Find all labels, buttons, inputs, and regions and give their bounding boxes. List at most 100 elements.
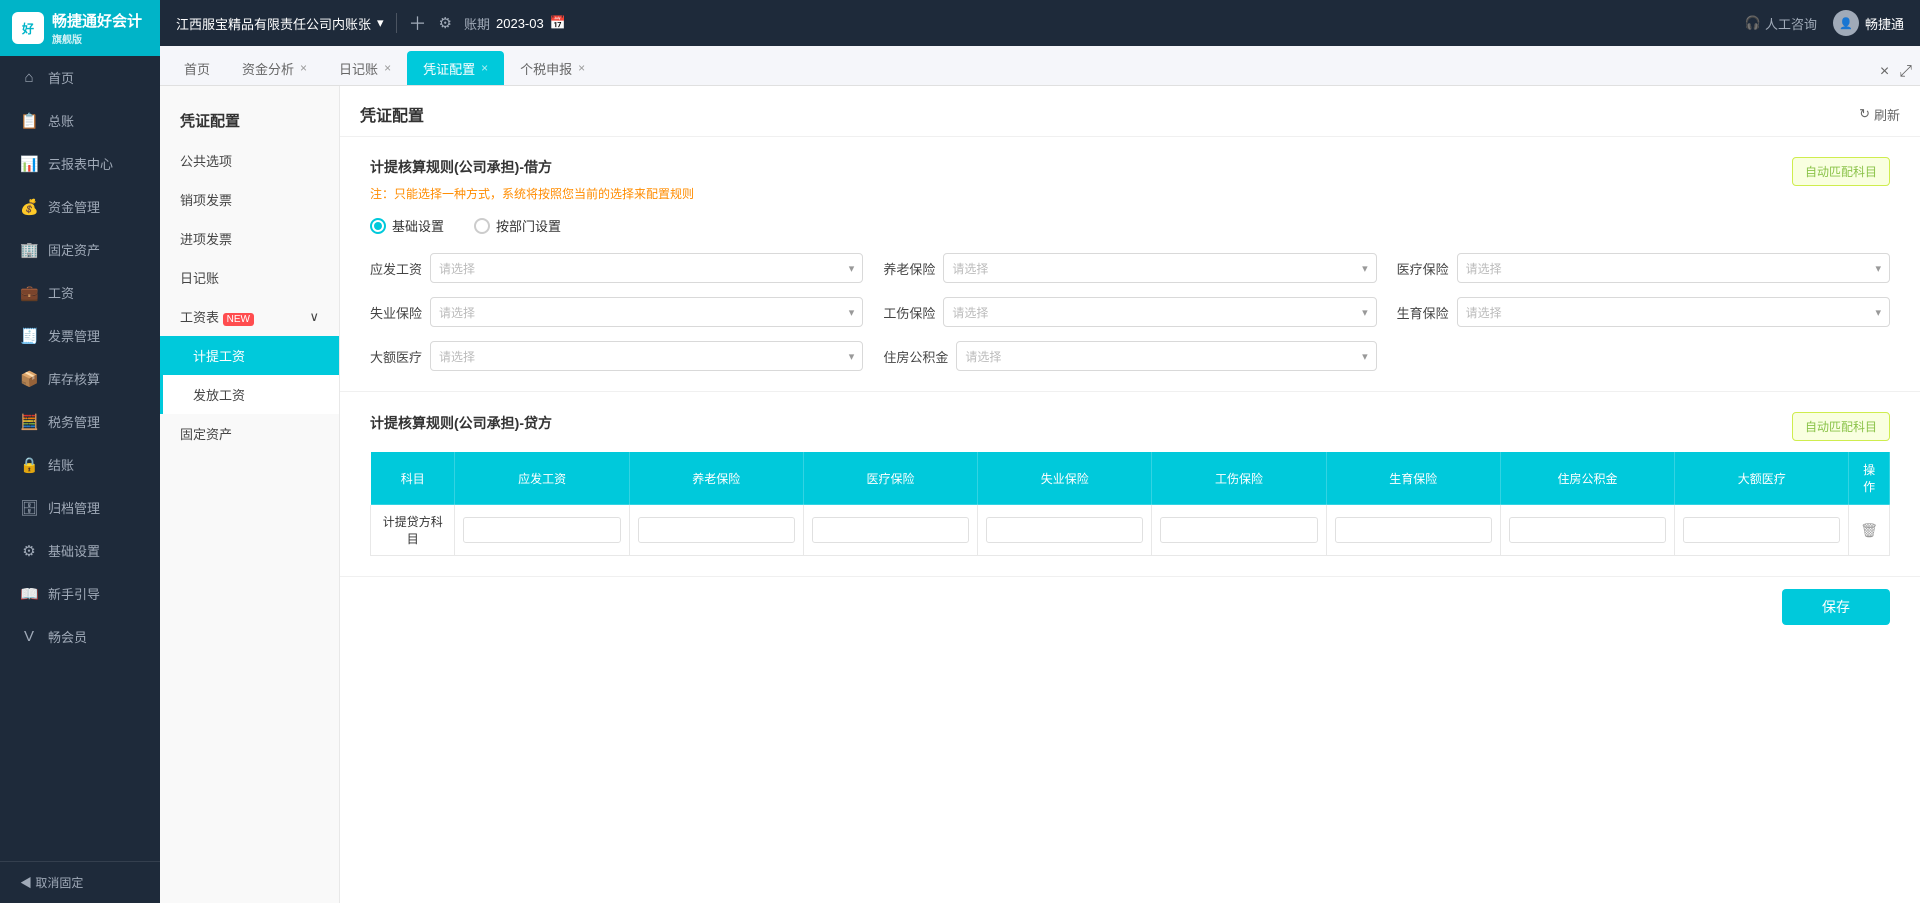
- period-label: 账期: [464, 14, 490, 33]
- expand-tab-button[interactable]: ⤢: [1899, 63, 1912, 81]
- row-salary-input[interactable]: [463, 517, 620, 543]
- credit-section: 计提核算规则(公司承担)-贷方 自动匹配科目 科目 应发工资 养老保险 医疗保险…: [340, 392, 1920, 576]
- row-housing-cell[interactable]: [1500, 505, 1674, 556]
- debit-section-title: 计提核算规则(公司承担)-借方: [370, 157, 1792, 177]
- delete-row-button[interactable]: 🗑: [1860, 522, 1878, 538]
- sidebar-item-settings[interactable]: ⚙ 基础设置: [0, 529, 160, 572]
- topbar: 江西服宝精品有限责任公司内账张 ▾ ＋ ⚙ 账期 2023-03 📅 🎧 人工咨…: [160, 0, 1920, 46]
- row-housing-input[interactable]: [1509, 517, 1666, 543]
- field-large-medical-select[interactable]: 请选择 ▾: [430, 341, 863, 371]
- chevron-down-icon: ▾: [1362, 262, 1368, 275]
- sidebar-label-assets: 固定资产: [48, 240, 100, 259]
- sidebar-item-assets[interactable]: 🏢固定资产: [0, 228, 160, 271]
- row-pension-input[interactable]: [638, 517, 795, 543]
- sidebar-item-funds[interactable]: 💰资金管理: [0, 185, 160, 228]
- left-nav-public[interactable]: 公共选项: [160, 141, 339, 180]
- left-nav-payroll-calc[interactable]: 计提工资: [163, 336, 339, 375]
- field-salary-select[interactable]: 请选择 ▾: [430, 253, 863, 283]
- tab-bar: 首页 资金分析 × 日记账 × 凭证配置 × 个税申报 × × ⤢: [160, 46, 1920, 86]
- tab-home[interactable]: 首页: [168, 51, 226, 85]
- field-unemployment-label: 失业保险: [370, 303, 422, 322]
- tab-journal-close[interactable]: ×: [384, 61, 391, 75]
- tab-tax-label: 个税申报: [520, 59, 572, 78]
- field-housing-select[interactable]: 请选择 ▾: [956, 341, 1376, 371]
- tab-funds[interactable]: 资金分析 ×: [226, 51, 323, 85]
- row-pension-cell[interactable]: [629, 505, 803, 556]
- field-salary-label: 应发工资: [370, 259, 422, 278]
- row-medical-input[interactable]: [812, 517, 969, 543]
- debit-auto-match-button[interactable]: 自动匹配科目: [1792, 157, 1890, 186]
- col-large-medical: 大额医疗: [1675, 452, 1849, 505]
- sidebar-item-salary[interactable]: 💼工资: [0, 271, 160, 314]
- col-injury: 工伤保险: [1152, 452, 1326, 505]
- tab-tax[interactable]: 个税申报 ×: [504, 51, 601, 85]
- tab-journal[interactable]: 日记账 ×: [323, 51, 407, 85]
- field-pension-placeholder: 请选择: [952, 260, 988, 277]
- sidebar-label-invoice: 发票管理: [48, 326, 100, 345]
- col-action: 操作: [1849, 452, 1890, 505]
- row-injury-cell[interactable]: [1152, 505, 1326, 556]
- sidebar-icon-settings: ⚙: [20, 542, 38, 560]
- field-maternity-select[interactable]: 请选择 ▾: [1457, 297, 1890, 327]
- sidebar-item-invoice[interactable]: 🧾发票管理: [0, 314, 160, 357]
- period-selector[interactable]: 账期 2023-03 📅: [464, 14, 566, 33]
- field-pension-select[interactable]: 请选择 ▾: [943, 253, 1376, 283]
- settings-icon[interactable]: ⚙: [439, 14, 452, 32]
- row-unemployment-cell[interactable]: [978, 505, 1152, 556]
- field-medical-select[interactable]: 请选择 ▾: [1457, 253, 1890, 283]
- row-injury-input[interactable]: [1160, 517, 1317, 543]
- refresh-button[interactable]: ↻ 刷新: [1859, 105, 1900, 124]
- left-nav-payroll-pay[interactable]: 发放工资: [163, 375, 339, 414]
- tab-tax-close[interactable]: ×: [578, 61, 585, 75]
- radio-dept[interactable]: 按部门设置: [474, 216, 561, 235]
- topbar-right: 🎧 人工咨询 👤 畅捷通: [1745, 10, 1904, 36]
- sidebar-item-vip[interactable]: V畅会员: [0, 615, 160, 658]
- support-button[interactable]: 🎧 人工咨询: [1745, 14, 1817, 33]
- sidebar-label-settings: 基础设置: [48, 541, 100, 560]
- sidebar-item-guide[interactable]: 📖新手引导: [0, 572, 160, 615]
- credit-table-header-row: 科目 应发工资 养老保险 医疗保险 失业保险 工伤保险 生育保险 住房公积金 大…: [371, 452, 1890, 505]
- field-injury-select[interactable]: 请选择 ▾: [943, 297, 1376, 327]
- sidebar-icon-salary: 💼: [20, 284, 38, 302]
- credit-auto-match-button[interactable]: 自动匹配科目: [1792, 412, 1890, 441]
- tab-voucher[interactable]: 凭证配置 ×: [407, 51, 504, 85]
- row-maternity-cell[interactable]: [1326, 505, 1500, 556]
- company-dropdown-icon[interactable]: ▾: [377, 15, 384, 31]
- row-large-medical-cell[interactable]: [1675, 505, 1849, 556]
- sidebar-item-close[interactable]: 🔒结账: [0, 443, 160, 486]
- debit-section: 计提核算规则(公司承担)-借方 注：只能选择一种方式，系统将按照您当前的选择来配…: [340, 137, 1920, 392]
- field-unemployment-select[interactable]: 请选择 ▾: [430, 297, 863, 327]
- company-name[interactable]: 江西服宝精品有限责任公司内账张 ▾: [176, 14, 384, 33]
- sidebar-item-reports[interactable]: 📊云报表中心: [0, 142, 160, 185]
- row-salary-cell[interactable]: [455, 505, 629, 556]
- row-medical-cell[interactable]: [803, 505, 977, 556]
- row-large-medical-input[interactable]: [1683, 517, 1840, 543]
- left-nav-journal[interactable]: 日记账: [160, 258, 339, 297]
- sidebar-label-ledger: 总账: [48, 111, 74, 130]
- sidebar-item-ledger[interactable]: 📋总账: [0, 99, 160, 142]
- user-menu[interactable]: 👤 畅捷通: [1833, 10, 1904, 36]
- chevron-down-icon: ▾: [849, 262, 855, 275]
- add-account-button[interactable]: ＋: [409, 10, 427, 36]
- row-unemployment-input[interactable]: [986, 517, 1143, 543]
- tab-funds-close[interactable]: ×: [300, 61, 307, 75]
- save-button[interactable]: 保存: [1782, 589, 1890, 625]
- sidebar-item-tax[interactable]: 🧮税务管理: [0, 400, 160, 443]
- sidebar-item-archive[interactable]: 🗄归档管理: [0, 486, 160, 529]
- close-tab-button[interactable]: ×: [1880, 63, 1889, 81]
- credit-table: 科目 应发工资 养老保险 医疗保险 失业保险 工伤保险 生育保险 住房公积金 大…: [370, 451, 1890, 556]
- row-maternity-input[interactable]: [1335, 517, 1492, 543]
- sidebar-collapse-btn[interactable]: ◀ 取消固定: [0, 861, 160, 903]
- tab-voucher-close[interactable]: ×: [481, 61, 488, 75]
- field-large-medical-placeholder: 请选择: [439, 348, 475, 365]
- left-nav-salary-table[interactable]: 工资表 NEW ∨: [160, 297, 339, 336]
- radio-basic[interactable]: 基础设置: [370, 216, 444, 235]
- field-injury-label: 工伤保险: [883, 303, 935, 322]
- left-nav-purchase[interactable]: 进项发票: [160, 219, 339, 258]
- sidebar-item-home[interactable]: ⌂首页: [0, 56, 160, 99]
- left-nav-sales[interactable]: 销项发票: [160, 180, 339, 219]
- sidebar-item-inventory[interactable]: 📦库存核算: [0, 357, 160, 400]
- calendar-icon[interactable]: 📅: [550, 15, 566, 31]
- field-medical: 医疗保险 请选择 ▾: [1397, 253, 1890, 283]
- left-nav-fixed-assets[interactable]: 固定资产: [160, 414, 339, 453]
